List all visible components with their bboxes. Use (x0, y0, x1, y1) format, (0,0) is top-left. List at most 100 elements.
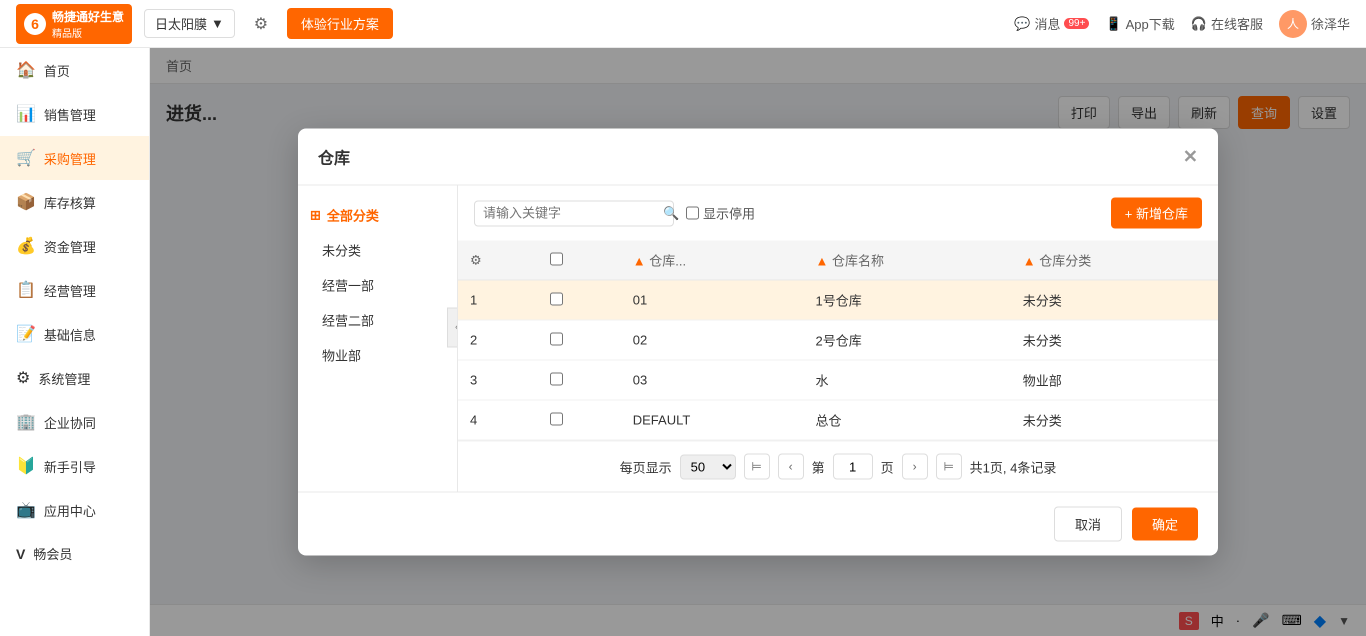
modal-body: ⊞ 全部分类 未分类 经营一部 经营二部 物业部 « (298, 186, 1218, 492)
table-row[interactable]: 3 03 水 物业部 (458, 360, 1218, 400)
category-item-ops1[interactable]: 经营一部 (298, 268, 457, 303)
doc-icon: 📝 (16, 324, 36, 344)
search-icon[interactable]: 🔍 (663, 205, 679, 221)
chevron-down-icon: ▼ (211, 16, 224, 31)
per-page-select[interactable]: 50 20 100 (680, 454, 736, 479)
row-checkbox[interactable] (538, 400, 621, 440)
category-item-ops2[interactable]: 经营二部 (298, 303, 457, 338)
row-category: 未分类 (1011, 320, 1218, 360)
row-category: 物业部 (1011, 360, 1218, 400)
logo-area: 6 畅捷通好生意 精品版 (16, 4, 132, 44)
first-page-button[interactable]: ⊨ (744, 454, 770, 480)
box-icon: 📦 (16, 192, 36, 212)
sidebar-item-guide[interactable]: 🔰 新手引导 (0, 444, 149, 488)
row-checkbox[interactable] (538, 280, 621, 320)
member-icon: V (16, 546, 25, 562)
sidebar-item-app-center[interactable]: 📺 应用中心 (0, 488, 149, 532)
sidebar-item-member[interactable]: V 畅会员 (0, 532, 149, 575)
confirm-button[interactable]: 确定 (1132, 508, 1198, 541)
shield-icon: 🔰 (16, 456, 36, 476)
message-badge: 99+ (1064, 18, 1089, 29)
sort-icon: ▲ (633, 254, 646, 269)
data-table: ⚙ ▲ 仓库... ▲ 仓库名称 (458, 241, 1218, 441)
sidebar-item-home[interactable]: 🏠 首页 (0, 48, 149, 92)
user-item[interactable]: 人 徐泽华 (1279, 10, 1350, 38)
layout: 🏠 首页 📊 销售管理 🛒 采购管理 📦 库存核算 💰 资金管理 📋 经营管理 … (0, 48, 1366, 636)
row-name: 1号仓库 (803, 280, 1010, 320)
col-checkbox[interactable] (538, 241, 621, 281)
tv-icon: 📺 (16, 500, 36, 520)
modal-header: 仓库 ✕ (298, 129, 1218, 186)
warehouse-modal: 仓库 ✕ ⊞ 全部分类 未分类 经营一部 经营二部 物业部 « (298, 129, 1218, 556)
sidebar-item-purchase[interactable]: 🛒 采购管理 (0, 136, 149, 180)
col-category[interactable]: ▲ 仓库分类 (1011, 241, 1218, 281)
add-warehouse-button[interactable]: + 新增仓库 (1111, 198, 1202, 229)
store-selector[interactable]: 日太阳膜 ▼ (144, 9, 235, 38)
row-category: 未分类 (1011, 400, 1218, 440)
col-name[interactable]: ▲ 仓库名称 (803, 241, 1010, 281)
building-icon: 🏢 (16, 412, 36, 432)
show-disabled-label[interactable]: 显示停用 (686, 204, 755, 223)
settings-icon[interactable]: ⚙ (247, 10, 275, 38)
all-category-header[interactable]: ⊞ 全部分类 (298, 198, 457, 233)
show-disabled-checkbox[interactable] (686, 207, 699, 220)
row-name: 水 (803, 360, 1010, 400)
clipboard-icon: 📋 (16, 280, 36, 300)
row-code: DEFAULT (621, 400, 804, 440)
sidebar-item-finance[interactable]: 💰 资金管理 (0, 224, 149, 268)
table-body: 1 01 1号仓库 未分类 2 02 2号仓库 未分类 3 03 水 物业部 4… (458, 280, 1218, 440)
select-all-checkbox[interactable] (550, 252, 563, 265)
sidebar-item-enterprise[interactable]: 🏢 企业协同 (0, 400, 149, 444)
category-item-property[interactable]: 物业部 (298, 338, 457, 373)
total-info: 共1页, 4条记录 (970, 457, 1057, 476)
sidebar: 🏠 首页 📊 销售管理 🛒 采购管理 📦 库存核算 💰 资金管理 📋 经营管理 … (0, 48, 150, 636)
modal-title: 仓库 (318, 145, 350, 169)
last-page-button[interactable]: ⊨ (936, 454, 962, 480)
sidebar-item-system[interactable]: ⚙ 系统管理 (0, 356, 149, 400)
table-row[interactable]: 1 01 1号仓库 未分类 (458, 280, 1218, 320)
main-content: 首页 进货... 打印 导出 刷新 查询 设置 仓库 ✕ (150, 48, 1366, 636)
row-index: 4 (458, 400, 538, 440)
chart-icon: 📊 (16, 104, 36, 124)
row-index: 3 (458, 360, 538, 400)
search-input[interactable] (483, 206, 659, 221)
gear-icon: ⚙ (16, 368, 30, 388)
category-collapse-button[interactable]: « (447, 308, 458, 348)
sort-icon-cat: ▲ (1023, 254, 1036, 269)
message-icon: 💬 (1014, 16, 1030, 32)
row-index: 2 (458, 320, 538, 360)
table-header-row: ⚙ ▲ 仓库... ▲ 仓库名称 (458, 241, 1218, 281)
row-name: 总仓 (803, 400, 1010, 440)
prev-page-button[interactable]: ‹ (778, 454, 804, 480)
table-panel: 🔍 显示停用 + 新增仓库 ⚙ (458, 186, 1218, 492)
col-code[interactable]: ▲ 仓库... (621, 241, 804, 281)
table-toolbar: 🔍 显示停用 + 新增仓库 (458, 186, 1218, 241)
row-checkbox[interactable] (538, 360, 621, 400)
row-category: 未分类 (1011, 280, 1218, 320)
sidebar-item-basic[interactable]: 📝 基础信息 (0, 312, 149, 356)
top-header: 6 畅捷通好生意 精品版 日太阳膜 ▼ ⚙ 体验行业方案 💬 消息 99+ 📱 … (0, 0, 1366, 48)
home-icon: 🏠 (16, 60, 36, 80)
modal-close-button[interactable]: ✕ (1183, 146, 1198, 167)
sidebar-item-inventory[interactable]: 📦 库存核算 (0, 180, 149, 224)
sidebar-item-sales[interactable]: 📊 销售管理 (0, 92, 149, 136)
cancel-button[interactable]: 取消 (1054, 507, 1122, 542)
next-page-button[interactable]: › (902, 454, 928, 480)
table-row[interactable]: 4 DEFAULT 总仓 未分类 (458, 400, 1218, 440)
page-number-input[interactable] (833, 454, 873, 480)
col-settings[interactable]: ⚙ (458, 241, 538, 281)
category-item-uncategorized[interactable]: 未分类 (298, 233, 457, 268)
row-code: 01 (621, 280, 804, 320)
app-download-item[interactable]: 📱 App下载 (1105, 14, 1174, 33)
row-checkbox[interactable] (538, 320, 621, 360)
grid-icon: ⊞ (310, 207, 321, 223)
sort-icon-name: ▲ (815, 254, 828, 269)
table-row[interactable]: 2 02 2号仓库 未分类 (458, 320, 1218, 360)
pagination: 每页显示 50 20 100 ⊨ ‹ 第 页 › ⊨ 共1页, 4条记 (458, 441, 1218, 492)
trial-button[interactable]: 体验行业方案 (287, 8, 393, 39)
online-service-item[interactable]: 🎧 在线客服 (1191, 14, 1263, 33)
logo-icon: 6 (24, 13, 46, 35)
row-code: 02 (621, 320, 804, 360)
sidebar-item-operation[interactable]: 📋 经营管理 (0, 268, 149, 312)
message-item[interactable]: 💬 消息 99+ (1014, 14, 1089, 33)
